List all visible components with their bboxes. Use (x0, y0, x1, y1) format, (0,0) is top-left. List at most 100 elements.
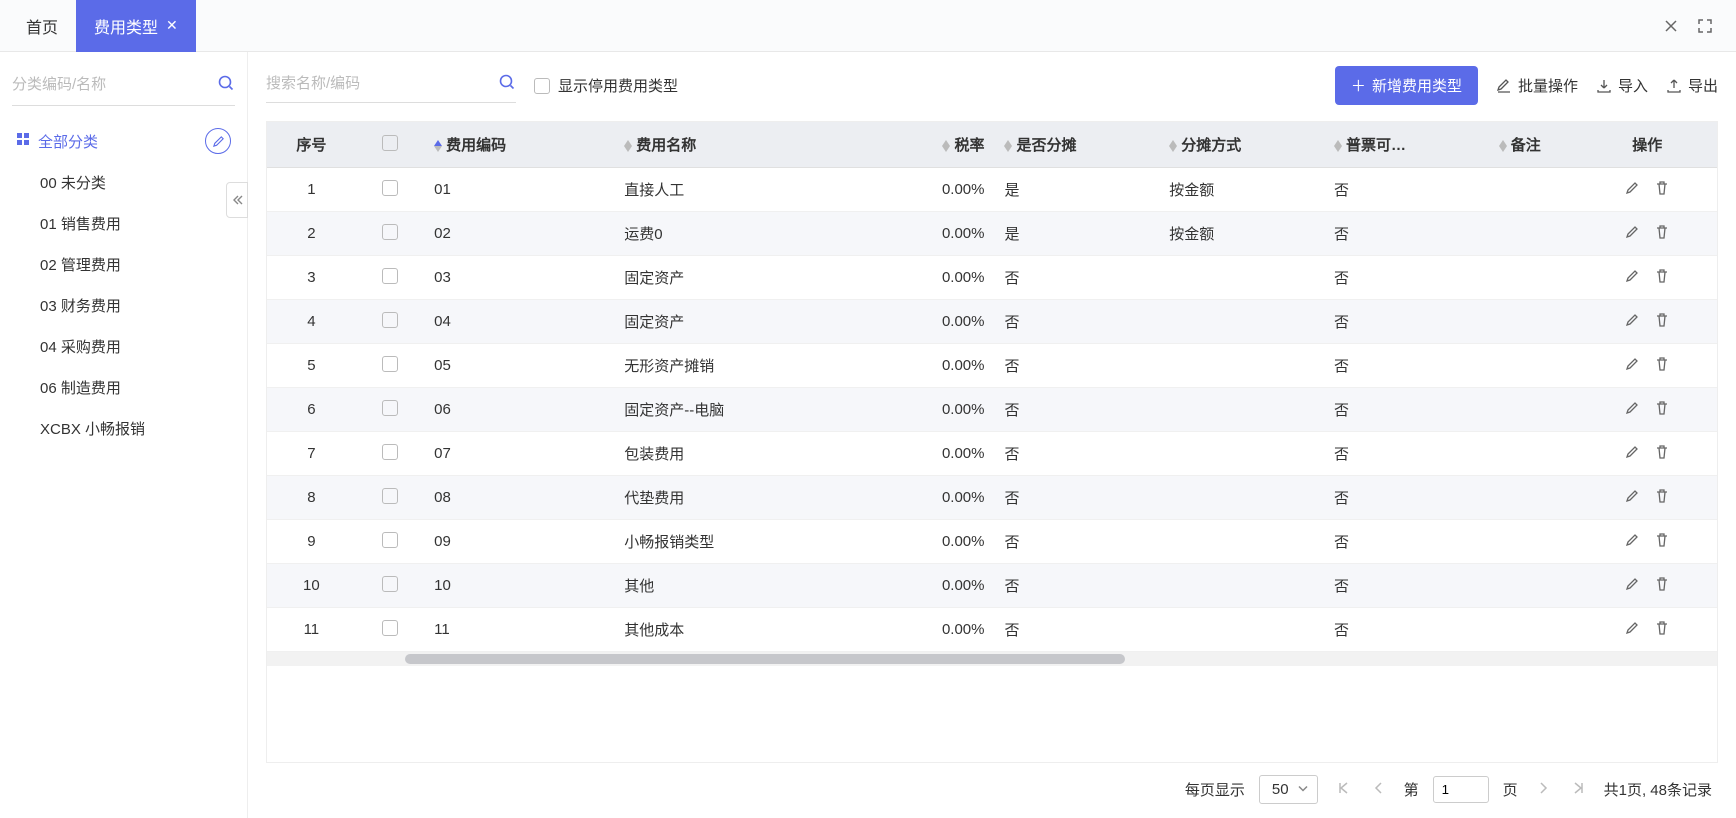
sidebar-search-input[interactable] (12, 76, 217, 93)
delete-row-button[interactable] (1654, 400, 1670, 420)
cell-checkbox[interactable] (356, 388, 424, 432)
select-all-checkbox[interactable] (382, 135, 398, 151)
edit-row-button[interactable] (1624, 444, 1640, 464)
cell-rate: 0.00% (880, 564, 994, 608)
row-checkbox[interactable] (382, 180, 398, 196)
scrollbar-thumb[interactable] (405, 654, 1125, 664)
fullscreen-icon[interactable] (1694, 15, 1716, 37)
sidebar: 全部分类 00 未分类 01 销售费用 02 管理费用 03 财务费用 04 采… (0, 52, 248, 818)
col-rate[interactable]: 税率 (880, 122, 994, 168)
export-button[interactable]: 导出 (1666, 75, 1718, 96)
bulk-action-button[interactable]: 批量操作 (1496, 75, 1578, 96)
cell-checkbox[interactable] (356, 520, 424, 564)
cell-checkbox[interactable] (356, 476, 424, 520)
edit-row-button[interactable] (1624, 356, 1640, 376)
col-remark[interactable]: 备注 (1489, 122, 1578, 168)
cell-remark (1489, 520, 1578, 564)
tab-fee-type[interactable]: 费用类型 ✕ (76, 0, 196, 52)
next-page-button[interactable] (1532, 777, 1554, 803)
delete-row-button[interactable] (1654, 488, 1670, 508)
cell-ops (1578, 168, 1718, 212)
row-checkbox[interactable] (382, 400, 398, 416)
delete-row-button[interactable] (1654, 576, 1670, 596)
cell-name: 其他 (614, 564, 880, 608)
sidebar-item[interactable]: 01 销售费用 (34, 203, 235, 244)
cell-checkbox[interactable] (356, 432, 424, 476)
col-checkbox[interactable] (356, 122, 424, 168)
delete-row-button[interactable] (1654, 620, 1670, 640)
data-table: 序号 费用编码 费用名称 税率 是否分摊 分摊方式 普票可… 备注 操作 101… (267, 122, 1717, 652)
col-name[interactable]: 费用名称 (614, 122, 880, 168)
search-icon[interactable] (217, 74, 235, 95)
edit-row-button[interactable] (1624, 312, 1640, 332)
sidebar-item[interactable]: 03 财务费用 (34, 285, 235, 326)
edit-row-button[interactable] (1624, 268, 1640, 288)
row-checkbox[interactable] (382, 576, 398, 592)
edit-row-button[interactable] (1624, 488, 1640, 508)
prev-page-button[interactable] (1368, 777, 1390, 803)
col-seq[interactable]: 序号 (267, 122, 356, 168)
cell-checkbox[interactable] (356, 212, 424, 256)
delete-row-button[interactable] (1654, 312, 1670, 332)
col-code[interactable]: 费用编码 (424, 122, 614, 168)
cell-pupiao: 否 (1324, 256, 1489, 300)
row-checkbox[interactable] (382, 268, 398, 284)
sidebar-item[interactable]: 00 未分类 (34, 162, 235, 203)
close-all-icon[interactable] (1660, 15, 1682, 37)
row-checkbox[interactable] (382, 532, 398, 548)
cell-checkbox[interactable] (356, 564, 424, 608)
delete-row-button[interactable] (1654, 532, 1670, 552)
page-input[interactable] (1433, 776, 1489, 803)
cell-remark (1489, 476, 1578, 520)
cell-code: 08 (424, 476, 614, 520)
cell-method (1159, 432, 1324, 476)
cell-code: 07 (424, 432, 614, 476)
edit-row-button[interactable] (1624, 224, 1640, 244)
row-checkbox[interactable] (382, 356, 398, 372)
edit-row-button[interactable] (1624, 400, 1640, 420)
col-method[interactable]: 分摊方式 (1159, 122, 1324, 168)
show-disabled-checkbox[interactable]: 显示停用费用类型 (534, 75, 678, 96)
cell-seq: 10 (267, 564, 356, 608)
cell-checkbox[interactable] (356, 608, 424, 652)
main-search-input[interactable] (266, 75, 498, 92)
row-checkbox[interactable] (382, 312, 398, 328)
cell-checkbox[interactable] (356, 300, 424, 344)
sidebar-item[interactable]: XCBX 小畅报销 (34, 408, 235, 449)
cell-checkbox[interactable] (356, 344, 424, 388)
sidebar-item[interactable]: 04 采购费用 (34, 326, 235, 367)
edit-row-button[interactable] (1624, 180, 1640, 200)
cell-checkbox[interactable] (356, 256, 424, 300)
first-page-button[interactable] (1332, 777, 1354, 803)
col-pupiao[interactable]: 普票可… (1324, 122, 1489, 168)
search-icon[interactable] (498, 73, 516, 94)
edit-row-button[interactable] (1624, 620, 1640, 640)
cell-name: 运费0 (614, 212, 880, 256)
horizontal-scrollbar[interactable] (267, 652, 1717, 666)
add-fee-type-button[interactable]: ＋ 新增费用类型 (1335, 66, 1478, 105)
tab-home[interactable]: 首页 (8, 0, 76, 52)
sidebar-item[interactable]: 02 管理费用 (34, 244, 235, 285)
last-page-button[interactable] (1568, 777, 1590, 803)
col-share[interactable]: 是否分摊 (994, 122, 1159, 168)
row-checkbox[interactable] (382, 620, 398, 636)
delete-row-button[interactable] (1654, 268, 1670, 288)
import-button[interactable]: 导入 (1596, 75, 1648, 96)
delete-row-button[interactable] (1654, 224, 1670, 244)
sidebar-item[interactable]: 06 制造费用 (34, 367, 235, 408)
row-checkbox[interactable] (382, 444, 398, 460)
collapse-sidebar-button[interactable] (226, 182, 248, 218)
delete-row-button[interactable] (1654, 444, 1670, 464)
edit-category-button[interactable] (205, 128, 231, 154)
sidebar-root-category[interactable]: 全部分类 (12, 120, 235, 162)
row-checkbox[interactable] (382, 488, 398, 504)
delete-row-button[interactable] (1654, 356, 1670, 376)
add-button-label: 新增费用类型 (1372, 75, 1462, 96)
close-icon[interactable]: ✕ (166, 17, 178, 34)
delete-row-button[interactable] (1654, 180, 1670, 200)
edit-row-button[interactable] (1624, 532, 1640, 552)
cell-checkbox[interactable] (356, 168, 424, 212)
row-checkbox[interactable] (382, 224, 398, 240)
per-page-select[interactable]: 50 (1259, 775, 1318, 804)
edit-row-button[interactable] (1624, 576, 1640, 596)
